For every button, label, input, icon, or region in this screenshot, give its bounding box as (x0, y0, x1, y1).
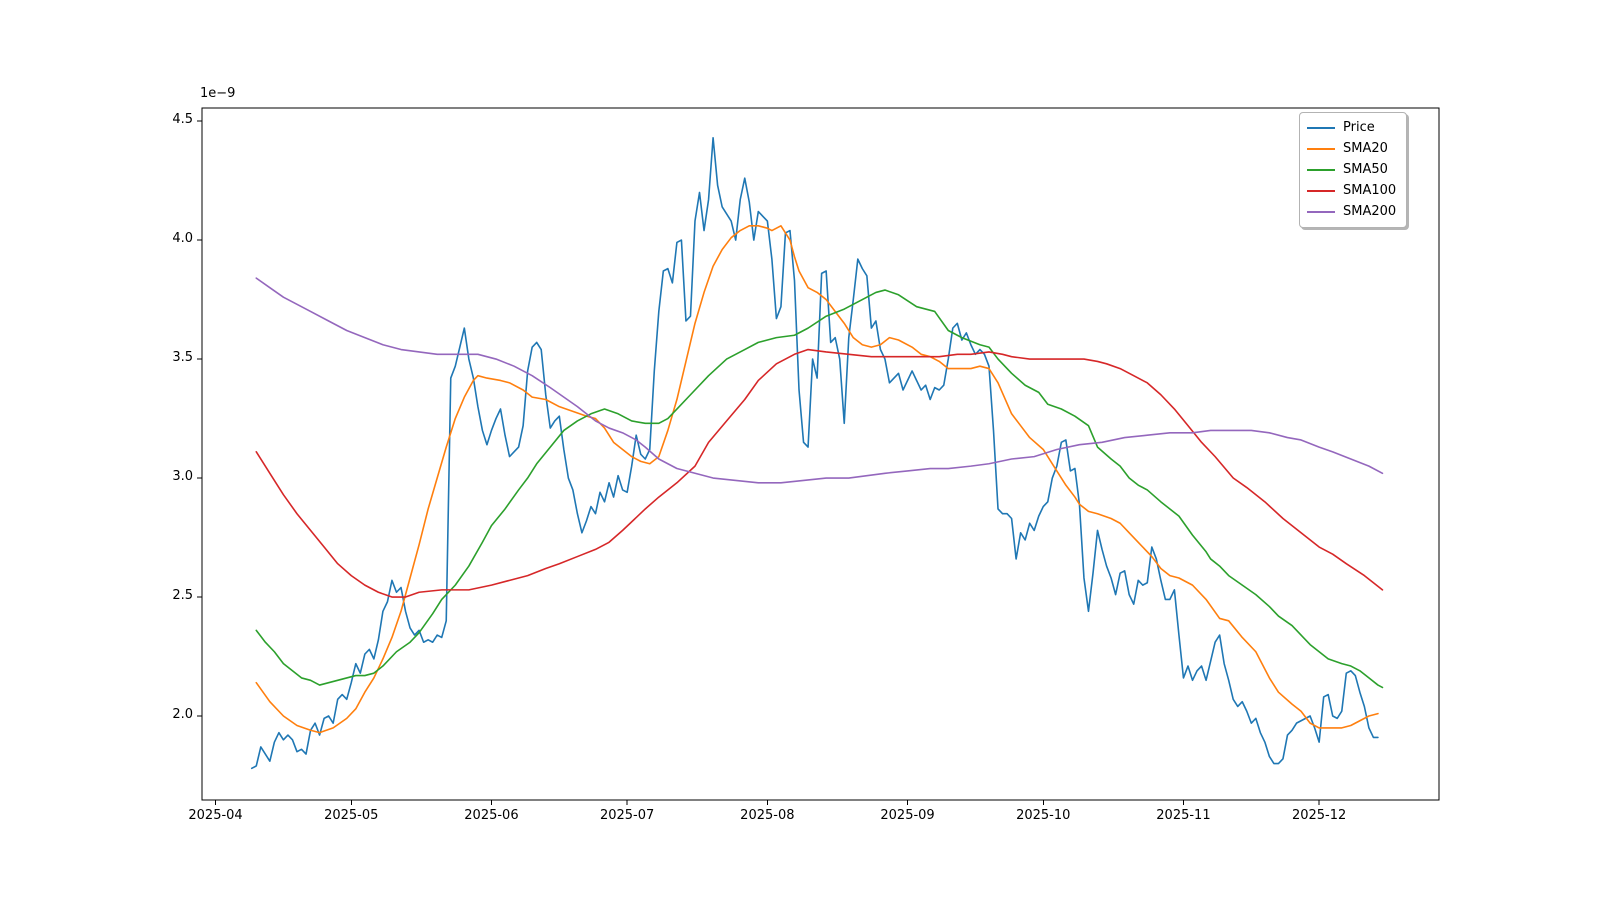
sma20-line-swatch (1307, 147, 1335, 150)
sma50-line-swatch (1307, 168, 1335, 171)
y-tick-label: 4.5 (172, 112, 193, 128)
x-tick-label: 2025-12 (1291, 808, 1347, 823)
legend-entry-sma100: SMA100 (1307, 180, 1398, 201)
sma100-line-swatch (1307, 189, 1335, 192)
y-tick-label: 3.0 (172, 469, 193, 485)
x-tick-label: 2025-11 (1156, 808, 1211, 823)
legend-entry-sma20: SMA20 (1307, 138, 1398, 159)
legend-entry-sma50: SMA50 (1307, 159, 1398, 180)
price-line (250, 136, 1379, 770)
y-tick-label: 4.0 (172, 231, 193, 247)
legend-box: Price SMA20 SMA50 SMA100 SMA200 (1299, 112, 1407, 228)
figure-canvas: 1e−9 2025-04 2025-05 2025-06 2025-07 2025-08… (0, 0, 1600, 900)
legend-label: SMA20 (1343, 141, 1388, 156)
x-tick-label: 2025-07 (599, 808, 655, 823)
sma200-line-swatch (1307, 210, 1335, 213)
price-line-swatch (1307, 126, 1335, 129)
y-tick-label: 2.5 (172, 588, 193, 604)
x-tick-label: 2025-08 (740, 808, 795, 823)
axes-spines (201, 107, 1440, 801)
legend-label: Price (1343, 120, 1375, 135)
legend-entry-sma200: SMA200 (1307, 201, 1398, 222)
legend-label: SMA200 (1343, 204, 1397, 219)
x-tick-label: 2025-09 (880, 808, 935, 823)
x-tick-label: 2025-05 (324, 808, 379, 823)
y-tick-label: 3.5 (172, 350, 193, 366)
x-tick-label: 2025-06 (464, 808, 519, 823)
sma100-line (255, 348, 1384, 598)
y-tick-label: 2.0 (172, 706, 193, 722)
legend-label: SMA100 (1343, 183, 1397, 198)
x-tick-label: 2025-04 (188, 808, 243, 823)
x-tick-label: 2025-10 (1016, 808, 1071, 823)
legend-entry-price: Price (1307, 117, 1398, 138)
legend-label: SMA50 (1343, 162, 1388, 177)
y-axis-offset-label: 1e−9 (200, 86, 236, 101)
sma50-line (255, 289, 1384, 689)
